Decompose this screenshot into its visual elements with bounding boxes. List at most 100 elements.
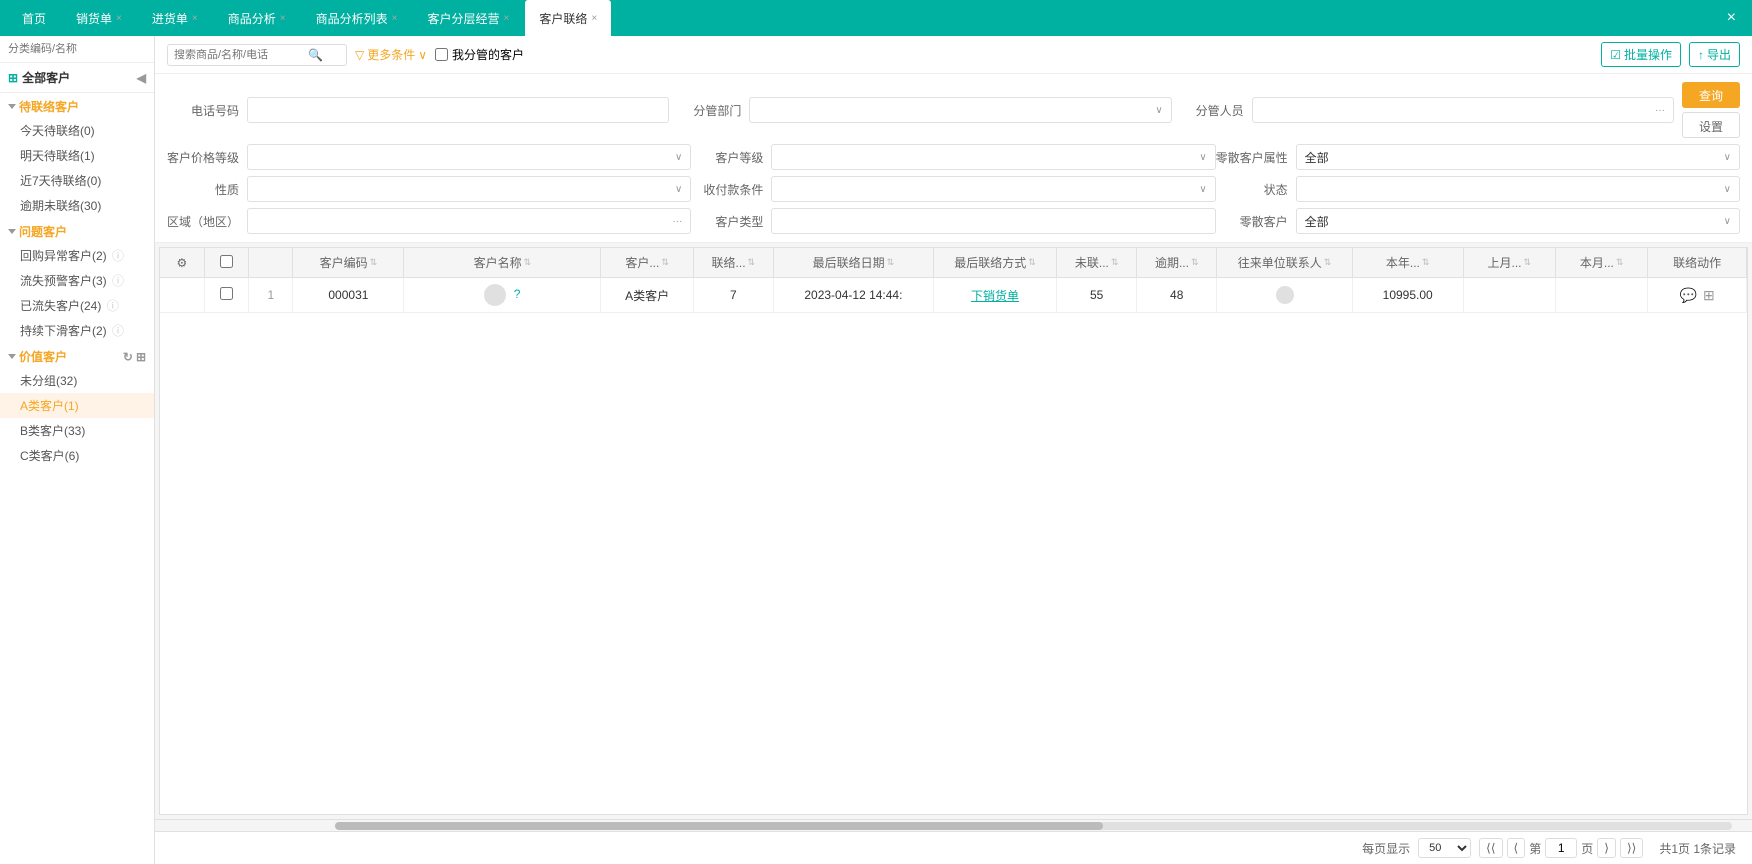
collapse-icon[interactable]: ◀ xyxy=(137,71,146,85)
sidebar-item-7days-pending[interactable]: 近7天待联络(0) xyxy=(0,168,154,193)
nav-tab-purchaseorder[interactable]: 进货单 × xyxy=(138,0,212,36)
scatter-select[interactable]: 全部∨ xyxy=(1296,208,1740,234)
mine-checkbox[interactable] xyxy=(435,48,448,61)
sidebar-item-class-a[interactable]: A类客户(1) xyxy=(0,393,154,418)
prev-page-button[interactable]: ⟨ xyxy=(1507,838,1526,858)
sidebar-item-overdue-contact[interactable]: 逾期未联络(30) xyxy=(0,193,154,218)
col-level[interactable]: 客户... ⇅ xyxy=(601,248,693,278)
col-thisyear[interactable]: 本年... ⇅ xyxy=(1352,248,1463,278)
chevron-down-icon: ∨ xyxy=(675,152,682,163)
col-thismonth[interactable]: 本月... ⇅ xyxy=(1555,248,1647,278)
last-page-button[interactable]: ⟩⟩ xyxy=(1620,838,1643,858)
section-pending-contact[interactable]: 待联络客户 xyxy=(0,93,154,118)
nav-tab-customercontact[interactable]: 客户联络 × xyxy=(525,0,611,36)
customerlevel-select[interactable]: ∨ xyxy=(771,144,1215,170)
settings-icon[interactable]: ⚙ xyxy=(177,256,188,270)
tab-close-icon[interactable]: × xyxy=(392,13,398,24)
pricelevel-select[interactable]: ∨ xyxy=(247,144,691,170)
nav-tab-productanalysis[interactable]: 商品分析 × xyxy=(214,0,300,36)
sort-icon: ⇅ xyxy=(1324,257,1332,268)
comment-icon[interactable]: 💬 xyxy=(1680,287,1697,304)
col-contact2[interactable]: 往来单位联系人 ⇅ xyxy=(1217,248,1352,278)
main-layout: 🔍 ⊞ 全部客户 ◀ 待联络客户 今天待联络(0) 明天待联络(1) 近7天待联… xyxy=(0,36,1752,864)
first-page-button[interactable]: ⟨⟨ xyxy=(1479,838,1502,858)
section-problem-customers[interactable]: 问题客户 xyxy=(0,218,154,243)
customertype-input[interactable] xyxy=(771,208,1215,234)
more-action-icon[interactable]: ⊞ xyxy=(1703,287,1715,304)
col-overdue[interactable]: 逾期... ⇅ xyxy=(1137,248,1217,278)
mine-label: 我分管的客户 xyxy=(452,46,524,63)
sidebar-item-class-b[interactable]: B类客户(33) xyxy=(0,418,154,443)
scroll-thumb[interactable] xyxy=(335,822,1103,830)
section-value-customers[interactable]: 价值客户 ↻ ⊞ xyxy=(0,343,154,368)
nature-select[interactable]: ∨ xyxy=(247,176,691,202)
all-customers-header[interactable]: ⊞ 全部客户 ◀ xyxy=(0,63,154,93)
sidebar-item-tomorrow-pending[interactable]: 明天待联络(1) xyxy=(0,143,154,168)
person-select[interactable]: ··· xyxy=(1252,97,1674,123)
col-checkbox[interactable] xyxy=(204,248,248,278)
phone-input[interactable] xyxy=(247,97,669,123)
sidebar-item-today-pending[interactable]: 今天待联络(0) xyxy=(0,118,154,143)
col-contact[interactable]: 联络... ⇅ xyxy=(693,248,773,278)
customer-name[interactable]: ? xyxy=(514,287,521,301)
nav-tab-customersegment[interactable]: 客户分层经营 × xyxy=(413,0,523,36)
search-input[interactable] xyxy=(174,49,304,61)
more-filter-button[interactable]: ▽ 更多条件 ∨ xyxy=(355,46,427,63)
row-overdue: 48 xyxy=(1170,288,1183,302)
all-customers-label: 全部客户 xyxy=(22,69,70,86)
scatterprop-select[interactable]: 全部∨ xyxy=(1296,144,1740,170)
col-code[interactable]: 客户编码 ⇅ xyxy=(293,248,404,278)
nav-tab-salesorder[interactable]: 销货单 × xyxy=(62,0,136,36)
query-button[interactable]: 查询 xyxy=(1682,82,1740,108)
filter-icon: ▽ xyxy=(355,48,364,62)
search-box[interactable]: 🔍 xyxy=(167,44,347,66)
chevron-down-icon: ∨ xyxy=(675,184,682,195)
search-icon[interactable]: 🔍 xyxy=(308,48,323,62)
tab-close-icon[interactable]: × xyxy=(280,13,286,24)
data-table-container[interactable]: ⚙ 客户编码 ⇅ xyxy=(159,247,1748,815)
col-lastdate[interactable]: 最后联络日期 ⇅ xyxy=(773,248,933,278)
row-checkbox[interactable] xyxy=(220,287,233,300)
info-icon: ⓘ xyxy=(112,274,124,288)
tab-close-icon[interactable]: × xyxy=(116,13,122,24)
my-customers-checkbox[interactable]: 我分管的客户 xyxy=(435,46,524,63)
col-name[interactable]: 客户名称 ⇅ xyxy=(404,248,601,278)
sort-icon: ⇅ xyxy=(524,257,532,268)
tab-close-icon[interactable]: × xyxy=(503,13,509,24)
sidebar-item-churn-warning[interactable]: 流失预警客户(3) ⓘ xyxy=(0,268,154,293)
next-page-button[interactable]: ⟩ xyxy=(1597,838,1616,858)
sidebar-item-ungrouped[interactable]: 未分组(32) xyxy=(0,368,154,393)
dept-select[interactable]: ∨ xyxy=(749,97,1171,123)
payment-select[interactable]: ∨ xyxy=(771,176,1215,202)
settings-button[interactable]: 设置 xyxy=(1682,112,1740,138)
status-select[interactable]: ∨ xyxy=(1296,176,1740,202)
row-lastmethod[interactable]: 下销货单 xyxy=(971,289,1019,303)
batch-operation-button[interactable]: ☑ 批量操作 xyxy=(1601,42,1681,67)
col-lastmethod[interactable]: 最后联络方式 ⇅ xyxy=(933,248,1056,278)
nav-home-tab[interactable]: 首页 xyxy=(8,0,60,36)
col-uncontacted[interactable]: 未联... ⇅ xyxy=(1057,248,1137,278)
select-all-checkbox[interactable] xyxy=(220,255,233,268)
close-all-tabs-button[interactable]: × xyxy=(1719,9,1744,27)
export-button[interactable]: ↑ 导出 xyxy=(1689,42,1740,67)
sidebar-item-repurchase-abnormal[interactable]: 回购异常客户(2) ⓘ xyxy=(0,243,154,268)
col-settings[interactable]: ⚙ xyxy=(160,248,204,278)
sidebar-item-churned[interactable]: 已流失客户(24) ⓘ xyxy=(0,293,154,318)
horizontal-scrollbar[interactable] xyxy=(155,819,1752,831)
refresh-icon[interactable]: ↻ xyxy=(123,350,133,364)
phone-label: 电话号码 xyxy=(167,102,247,119)
sidebar-search-input[interactable] xyxy=(8,43,150,55)
col-lastmonth[interactable]: 上月... ⇅ xyxy=(1463,248,1555,278)
per-page-select[interactable]: 50 20 100 xyxy=(1418,838,1471,858)
row-checkbox-cell[interactable] xyxy=(204,278,248,313)
sidebar-item-declining[interactable]: 持续下滑客户(2) ⓘ xyxy=(0,318,154,343)
scroll-track[interactable] xyxy=(335,822,1732,830)
region-select[interactable]: ··· xyxy=(247,208,691,234)
sidebar-item-class-c[interactable]: C类客户(6) xyxy=(0,443,154,468)
add-group-icon[interactable]: ⊞ xyxy=(136,350,146,364)
nav-tab-productanalysislist[interactable]: 商品分析列表 × xyxy=(302,0,412,36)
page-number-input[interactable] xyxy=(1545,838,1577,858)
section-label: 价值客户 xyxy=(19,348,67,365)
tab-close-icon[interactable]: × xyxy=(192,13,198,24)
tab-close-icon[interactable]: × xyxy=(591,13,597,24)
